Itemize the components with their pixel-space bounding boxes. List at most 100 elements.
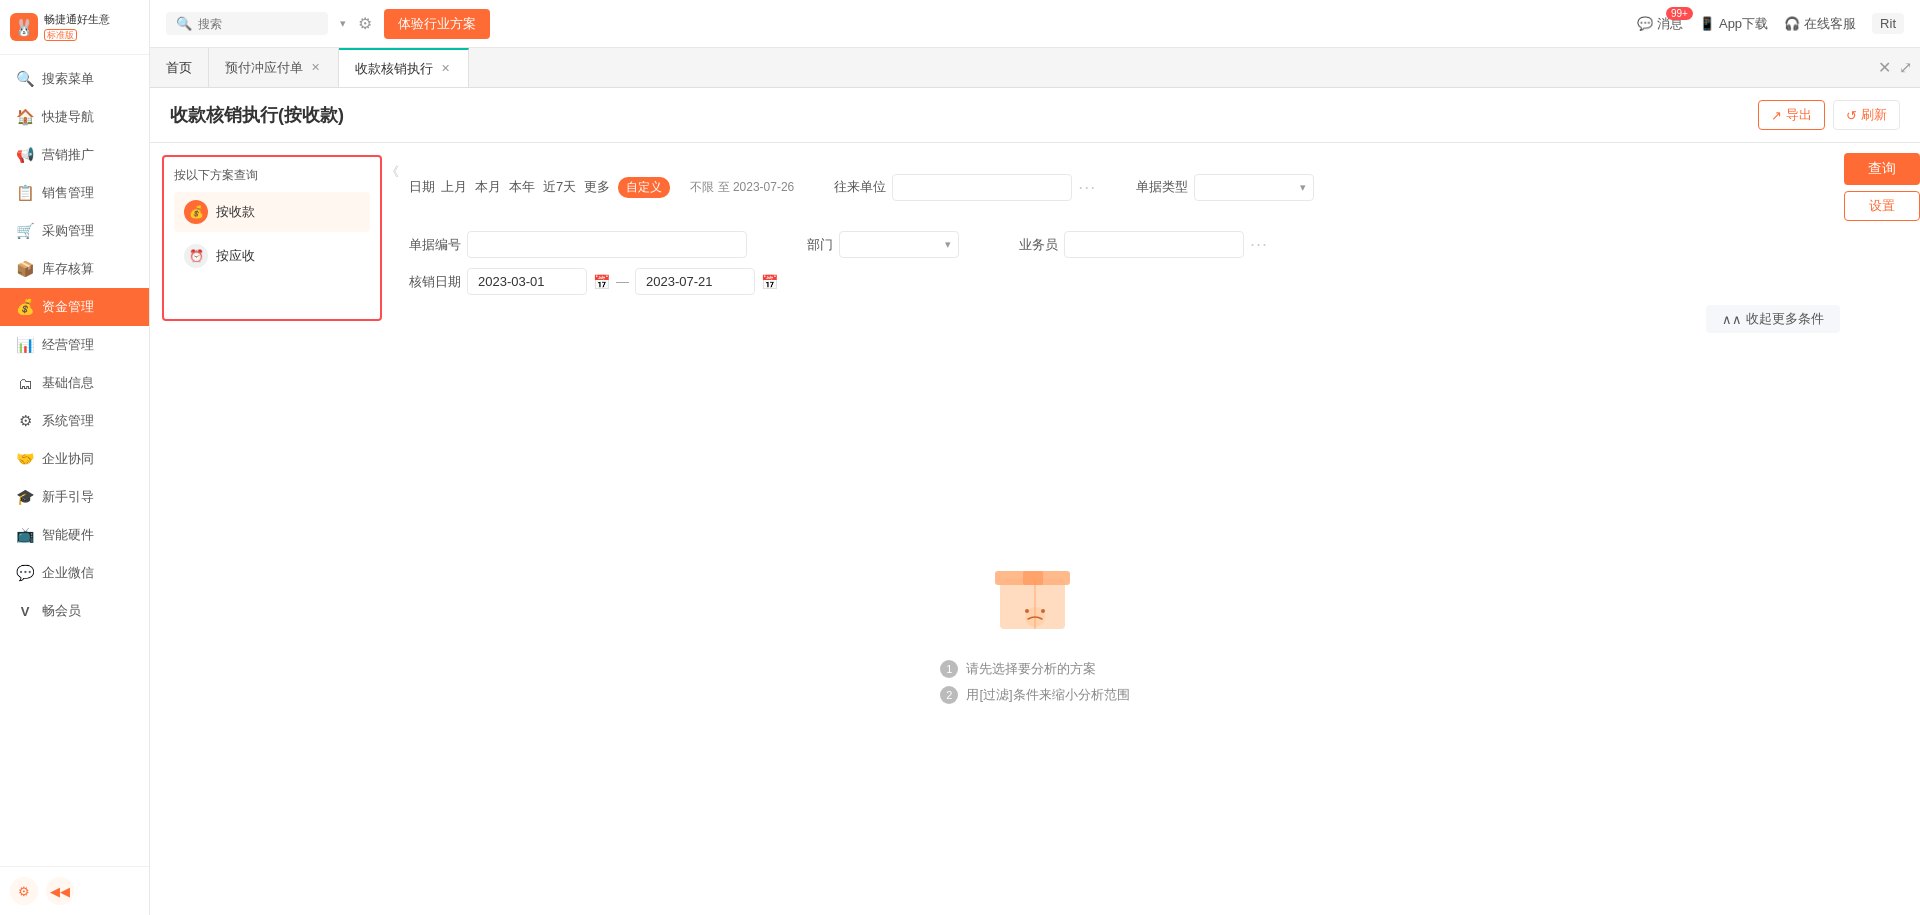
search-icon: 🔍: [16, 70, 34, 88]
action-buttons: 查询 设置: [1844, 153, 1920, 221]
sidebar-item-basic[interactable]: 🗂 基础信息: [0, 364, 149, 402]
app-download-button[interactable]: 📱 App下载: [1699, 15, 1768, 33]
sidebar-item-label: 搜索菜单: [42, 70, 94, 88]
guide-icon: 🎓: [16, 488, 34, 506]
tab-close-all-icon[interactable]: ✕: [1878, 58, 1891, 77]
staff-field: 业务员 ···: [1019, 231, 1268, 258]
filter-option-by-receipt[interactable]: 💰 按收款: [174, 192, 370, 232]
sidebar-item-label: 畅会员: [42, 602, 81, 620]
staff-input[interactable]: [1064, 231, 1244, 258]
tip-text-1: 请先选择要分析的方案: [966, 660, 1096, 678]
tab-prepay-label: 预付冲应付单: [225, 59, 303, 77]
sidebar-item-sales[interactable]: 📋 销售管理: [0, 174, 149, 212]
tab-receipt[interactable]: 收款核销执行 ✕: [339, 48, 469, 87]
user-profile[interactable]: Rit: [1872, 13, 1904, 34]
sidebar-item-finance[interactable]: 💰 资金管理: [0, 288, 149, 326]
doc-type-select[interactable]: [1194, 174, 1314, 201]
sidebar-item-hardware[interactable]: 📺 智能硬件: [0, 516, 149, 554]
sidebar-item-marketing[interactable]: 📢 营销推广: [0, 136, 149, 174]
app-logo-icon: 🐰: [10, 13, 38, 41]
calendar-end-icon[interactable]: 📅: [761, 274, 778, 290]
settings-bottom-icon[interactable]: ⚙: [10, 877, 38, 905]
filter-section: 按以下方案查询 💰 按收款 ⏰ 按应收 《: [150, 143, 1920, 333]
tab-home-label: 首页: [166, 59, 192, 77]
date-shortcut-thismonth[interactable]: 本月: [475, 178, 501, 196]
collapse-more-section: ∧∧ 收起更多条件: [409, 305, 1840, 333]
mgmt-icon: 📊: [16, 336, 34, 354]
sidebar-item-inventory[interactable]: 📦 库存核算: [0, 250, 149, 288]
page-header: 收款核销执行(按收款) ↗ 导出 ↺ 刷新: [150, 88, 1920, 143]
tip-num-2: 2: [940, 686, 958, 704]
settings-button[interactable]: 设置: [1844, 191, 1920, 221]
tab-home[interactable]: 首页: [150, 48, 209, 87]
dept-select-wrapper[interactable]: [839, 231, 959, 258]
topbar-search-box[interactable]: 🔍: [166, 12, 328, 35]
tabbar: 首页 预付冲应付单 ✕ 收款核销执行 ✕ ✕ ⤢: [150, 48, 1920, 88]
home-icon: 🏠: [16, 108, 34, 126]
online-service-button[interactable]: 🎧 在线客服: [1784, 15, 1856, 33]
date-shortcut-thisyear[interactable]: 本年: [509, 178, 535, 196]
refresh-button[interactable]: ↺ 刷新: [1833, 100, 1900, 130]
sidebar-item-label: 营销推广: [42, 146, 94, 164]
message-badge: 99+: [1666, 7, 1693, 20]
date-shortcut-lastmonth[interactable]: 上月: [441, 178, 467, 196]
partner-dots-icon[interactable]: ···: [1078, 177, 1096, 198]
purchase-icon: 🛒: [16, 222, 34, 240]
partner-input[interactable]: [892, 174, 1072, 201]
sidebar-item-label: 资金管理: [42, 298, 94, 316]
staff-dots-icon[interactable]: ···: [1250, 234, 1268, 255]
tab-prepay[interactable]: 预付冲应付单 ✕: [209, 48, 339, 87]
date-unlimited-field: 不限 至 2023-07-26: [690, 179, 794, 196]
date-shortcut-more[interactable]: 更多: [584, 178, 610, 196]
doc-no-input[interactable]: [467, 231, 747, 258]
doc-type-select-wrapper[interactable]: [1194, 174, 1314, 201]
sidebar-item-wechat[interactable]: 💬 企业微信: [0, 554, 149, 592]
topbar-gear-icon[interactable]: ⚙: [358, 14, 372, 33]
sidebar-item-mgmt[interactable]: 📊 经营管理: [0, 326, 149, 364]
service-icon: 🎧: [1784, 16, 1800, 31]
sidebar-item-system[interactable]: ⚙ 系统管理: [0, 402, 149, 440]
date-shortcut-7days[interactable]: 近7天: [543, 178, 576, 196]
sidebar-item-purchase[interactable]: 🛒 采购管理: [0, 212, 149, 250]
dept-field: 部门: [807, 231, 959, 258]
sidebar-item-quicknav[interactable]: 🏠 快捷导航: [0, 98, 149, 136]
tab-expand-icon[interactable]: ⤢: [1899, 58, 1912, 77]
app-icon: 📱: [1699, 16, 1715, 31]
dept-select[interactable]: [839, 231, 959, 258]
filter-row2: 单据编号 部门 业务员: [409, 231, 1920, 258]
filter-row1: 日期 上月 本月 本年 近7天 更多 自定义 不限 至 2023-0: [409, 153, 1920, 221]
solution-button[interactable]: 体验行业方案: [384, 9, 490, 39]
verify-date-start-input[interactable]: [467, 268, 587, 295]
sidebar-collapse-button[interactable]: ◀◀: [46, 877, 74, 905]
user-name: Rit: [1880, 16, 1896, 31]
filter-option-receivable-label: 按应收: [216, 247, 255, 265]
tab-receipt-close[interactable]: ✕: [439, 60, 452, 77]
page-title: 收款核销执行(按收款): [170, 103, 344, 127]
calendar-start-icon[interactable]: 📅: [593, 274, 610, 290]
export-button[interactable]: ↗ 导出: [1758, 100, 1825, 130]
sidebar-bottom: ⚙ ◀◀: [0, 866, 149, 915]
sidebar-item-enterprise[interactable]: 🤝 企业协同: [0, 440, 149, 478]
empty-state: 1 请先选择要分析的方案 2 用[过滤]条件来缩小分析范围: [150, 333, 1920, 915]
main-area: 🔍 ▾ ⚙ 体验行业方案 💬 消息 99+ 📱 App下载 🎧 在线客服 Rit: [150, 0, 1920, 915]
collapse-left-icon[interactable]: 《: [386, 163, 399, 181]
date-custom-badge[interactable]: 自定义: [618, 177, 670, 198]
tab-prepay-close[interactable]: ✕: [309, 59, 322, 76]
message-button[interactable]: 💬 消息 99+: [1637, 15, 1683, 33]
sidebar-item-guide[interactable]: 🎓 新手引导: [0, 478, 149, 516]
sidebar-item-label: 系统管理: [42, 412, 94, 430]
empty-tips: 1 请先选择要分析的方案 2 用[过滤]条件来缩小分析范围: [940, 660, 1129, 704]
filter-fields: 日期 上月 本月 本年 近7天 更多 自定义 不限 至 2023-0: [399, 143, 1920, 333]
verify-date-end-input[interactable]: [635, 268, 755, 295]
date-shortcuts: 上月 本月 本年 近7天 更多 自定义: [441, 177, 670, 198]
collapse-more-label: 收起更多条件: [1746, 310, 1824, 328]
collapse-more-button[interactable]: ∧∧ 收起更多条件: [1706, 305, 1840, 333]
filter-option-by-receivable[interactable]: ⏰ 按应收: [174, 236, 370, 276]
sidebar-item-search[interactable]: 🔍 搜索菜单: [0, 60, 149, 98]
svg-point-6: [1041, 609, 1045, 613]
query-button[interactable]: 查询: [1844, 153, 1920, 185]
sidebar-item-member[interactable]: V 畅会员: [0, 592, 149, 630]
topbar-chevron-icon[interactable]: ▾: [340, 17, 346, 30]
filter-collapse-toggle[interactable]: 《: [382, 143, 399, 333]
search-input[interactable]: [198, 17, 318, 31]
